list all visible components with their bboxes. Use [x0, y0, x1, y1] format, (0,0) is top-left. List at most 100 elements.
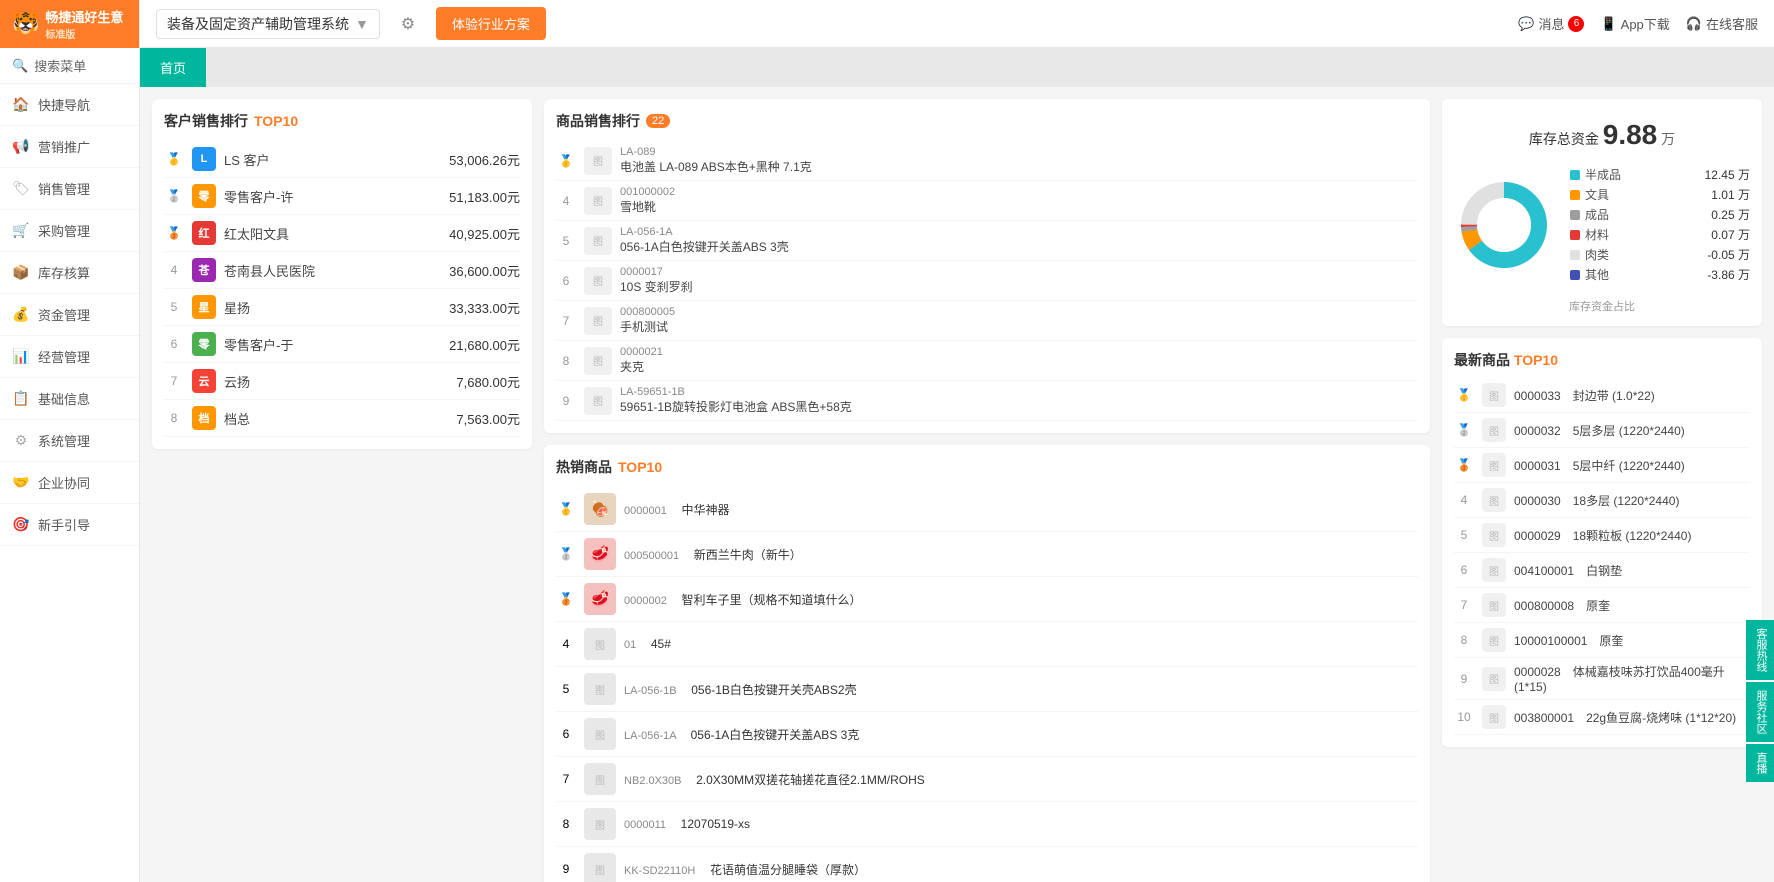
rank-number: 4 — [1454, 493, 1474, 507]
title-text: 客户销售排行 — [164, 111, 248, 131]
product-code: 01 — [624, 639, 647, 651]
logo-subtitle: 标准版 — [45, 26, 123, 41]
customer-rank-row: 6 零 零售客户-于 21,680.00元 — [164, 326, 520, 363]
customer-name: 红太阳文具 — [224, 224, 441, 243]
product-image-placeholder: 图 — [584, 718, 616, 750]
legend-color — [1570, 190, 1580, 200]
donut-chart — [1454, 175, 1554, 275]
sidebar-item-inventory[interactable]: 📦 库存核算 — [0, 252, 139, 294]
megaphone-icon: 📢 — [12, 138, 30, 156]
sidebar-item-guide[interactable]: 🎯 新手引导 — [0, 504, 139, 546]
product-code: LA-59651-1B — [620, 386, 1418, 398]
new-products-card: 最新商品 TOP10 🥇 图 0000033 封边带 (1.0*22) 🥈 图 … — [1442, 338, 1762, 747]
product-icon: 图 — [1482, 453, 1506, 477]
new-product-row: 🥉 图 0000031 5层中纤 (1220*2440) — [1454, 448, 1750, 483]
legend-value: 1.01 万 — [1711, 186, 1750, 203]
rank-number: 9 — [1454, 672, 1474, 686]
new-product-row: 9 图 0000028 体械嘉枝味苏打饮品400毫升 (1*15) — [1454, 658, 1750, 700]
home-icon: 🏠 — [12, 96, 30, 114]
sidebar-item-marketing[interactable]: 📢 营销推广 — [0, 126, 139, 168]
customer-rank-table: 🥇 L LS 客户 53,006.26元 🥈 零 零售客户-许 51,183.0… — [164, 141, 520, 437]
customer-service-button[interactable]: 客服热线 — [1746, 620, 1774, 680]
sidebar-item-enterprise[interactable]: 🤝 企业协同 — [0, 462, 139, 504]
product-icon: 图 — [1482, 418, 1506, 442]
phone-icon: 📱 — [1600, 16, 1616, 32]
product-sales-title: 商品销售排行 22 — [556, 111, 1418, 131]
product-image: 图 — [584, 147, 612, 175]
legend-label: 半成品 — [1585, 166, 1621, 183]
inventory-amount: 9.88 — [1603, 119, 1658, 150]
product-info: 001000002 雪地靴 — [620, 186, 1418, 215]
product-code: 001000002 — [620, 186, 1418, 198]
product-name: 智利车子里（规格不知道填什么） — [681, 593, 861, 607]
clipboard-icon: 📋 — [12, 390, 30, 408]
rank-number: 10 — [1454, 710, 1474, 724]
product-code: LA-056-1A — [624, 730, 687, 742]
product-image: 图 — [584, 227, 612, 255]
avatar: 零 — [192, 332, 216, 356]
customer-name: 零售客户-于 — [224, 335, 441, 354]
legend-value: -3.86 万 — [1707, 266, 1750, 283]
community-button[interactable]: 服务社区 — [1746, 682, 1774, 742]
rank-medal: 🥉 — [164, 226, 184, 240]
product-sales-card: 商品销售排行 22 🥇 图 LA-089 电池盖 LA-089 ABS本色+黑种… — [544, 99, 1430, 433]
customer-name: 零售客户-许 — [224, 187, 441, 206]
product-image: 图 — [584, 307, 612, 335]
product-rank-row: 8 图 0000021 夹克 — [556, 341, 1418, 381]
product-rank-row: 6 图 0000017 10S 变刹罗刹 — [556, 261, 1418, 301]
product-info: 003800001 22g鱼豆腐-烧烤味 (1*12*20) — [1514, 709, 1750, 726]
tab-home[interactable]: 首页 — [140, 48, 206, 87]
product-name: 056-1B白色按键开关壳ABS2壳 — [691, 683, 856, 697]
legend-item: 肉类 -0.05 万 — [1570, 246, 1750, 263]
product-details: LA-056-1B 056-1B白色按键开关壳ABS2壳 — [624, 681, 1418, 698]
customer-name: 档总 — [224, 409, 448, 428]
sidebar-item-quick-nav[interactable]: 🏠 快捷导航 — [0, 84, 139, 126]
customer-value: 53,006.26元 — [449, 150, 520, 169]
legend-color — [1570, 270, 1580, 280]
product-name: 夹克 — [620, 358, 1418, 375]
product-code: 0000011 — [624, 819, 677, 831]
avatar: 苍 — [192, 258, 216, 282]
customer-name: 星扬 — [224, 298, 441, 317]
sidebar-item-basic-info[interactable]: 📋 基础信息 — [0, 378, 139, 420]
customer-name: LS 客户 — [224, 150, 441, 169]
hot-product-row: 9 图 KK-SD22110H 花语萌值温分腿睡袋（厚款） — [556, 847, 1418, 882]
product-code: 0000002 — [624, 595, 678, 607]
customer-name: 苍南县人民医院 — [224, 261, 441, 280]
product-icon: 图 — [1482, 667, 1506, 691]
new-product-row: 4 图 0000030 18多层 (1220*2440) — [1454, 483, 1750, 518]
product-info: 004100001 白钢垫 — [1514, 562, 1750, 579]
product-rank-row: 4 图 001000002 雪地靴 — [556, 181, 1418, 221]
online-service-button[interactable]: 🎧 在线客服 — [1686, 14, 1758, 33]
rank-number: 8 — [556, 817, 576, 831]
product-info: 0000032 5层多层 (1220*2440) — [1514, 422, 1750, 439]
live-button[interactable]: 直播 — [1746, 744, 1774, 782]
sidebar-search[interactable]: 🔍 搜索菜单 — [0, 48, 139, 84]
rank-number: 6 — [556, 274, 576, 288]
rank-medal: 🥇 — [556, 154, 576, 168]
legend-label: 材料 — [1585, 226, 1609, 243]
rank-medal: 🥉 — [556, 592, 576, 606]
hot-product-row: 8 图 0000011 12070519-xs — [556, 802, 1418, 847]
customer-name: 云扬 — [224, 372, 448, 391]
logo-title: 畅捷通好生意 — [45, 7, 123, 26]
customer-rank-row: 8 档 档总 7,563.00元 — [164, 400, 520, 437]
legend-label: 其他 — [1585, 266, 1609, 283]
message-button[interactable]: 💬 消息 6 — [1518, 14, 1584, 33]
sidebar-item-finance[interactable]: 💰 资金管理 — [0, 294, 139, 336]
product-image: 图 — [584, 347, 612, 375]
sidebar-item-sales[interactable]: 🏷 销售管理 — [0, 168, 139, 210]
sidebar-item-purchase[interactable]: 🛒 采购管理 — [0, 210, 139, 252]
app-download-button[interactable]: 📱 App下载 — [1600, 14, 1669, 33]
trial-button[interactable]: 体验行业方案 — [436, 7, 546, 40]
system-selector[interactable]: 装备及固定资产辅助管理系统 ▼ — [156, 9, 380, 39]
sidebar-nav-label: 资金管理 — [38, 305, 90, 324]
new-products-title: 最新商品 TOP10 — [1454, 350, 1750, 370]
sidebar-item-operation[interactable]: 📊 经营管理 — [0, 336, 139, 378]
sidebar-item-system[interactable]: ⚙ 系统管理 — [0, 420, 139, 462]
top10-badge: TOP10 — [254, 113, 298, 129]
settings-button[interactable]: ⚙ — [392, 8, 424, 40]
product-details: 0000001 中华神器 — [624, 501, 1418, 518]
legend-label: 肉类 — [1585, 246, 1609, 263]
rank-number: 8 — [1454, 633, 1474, 647]
